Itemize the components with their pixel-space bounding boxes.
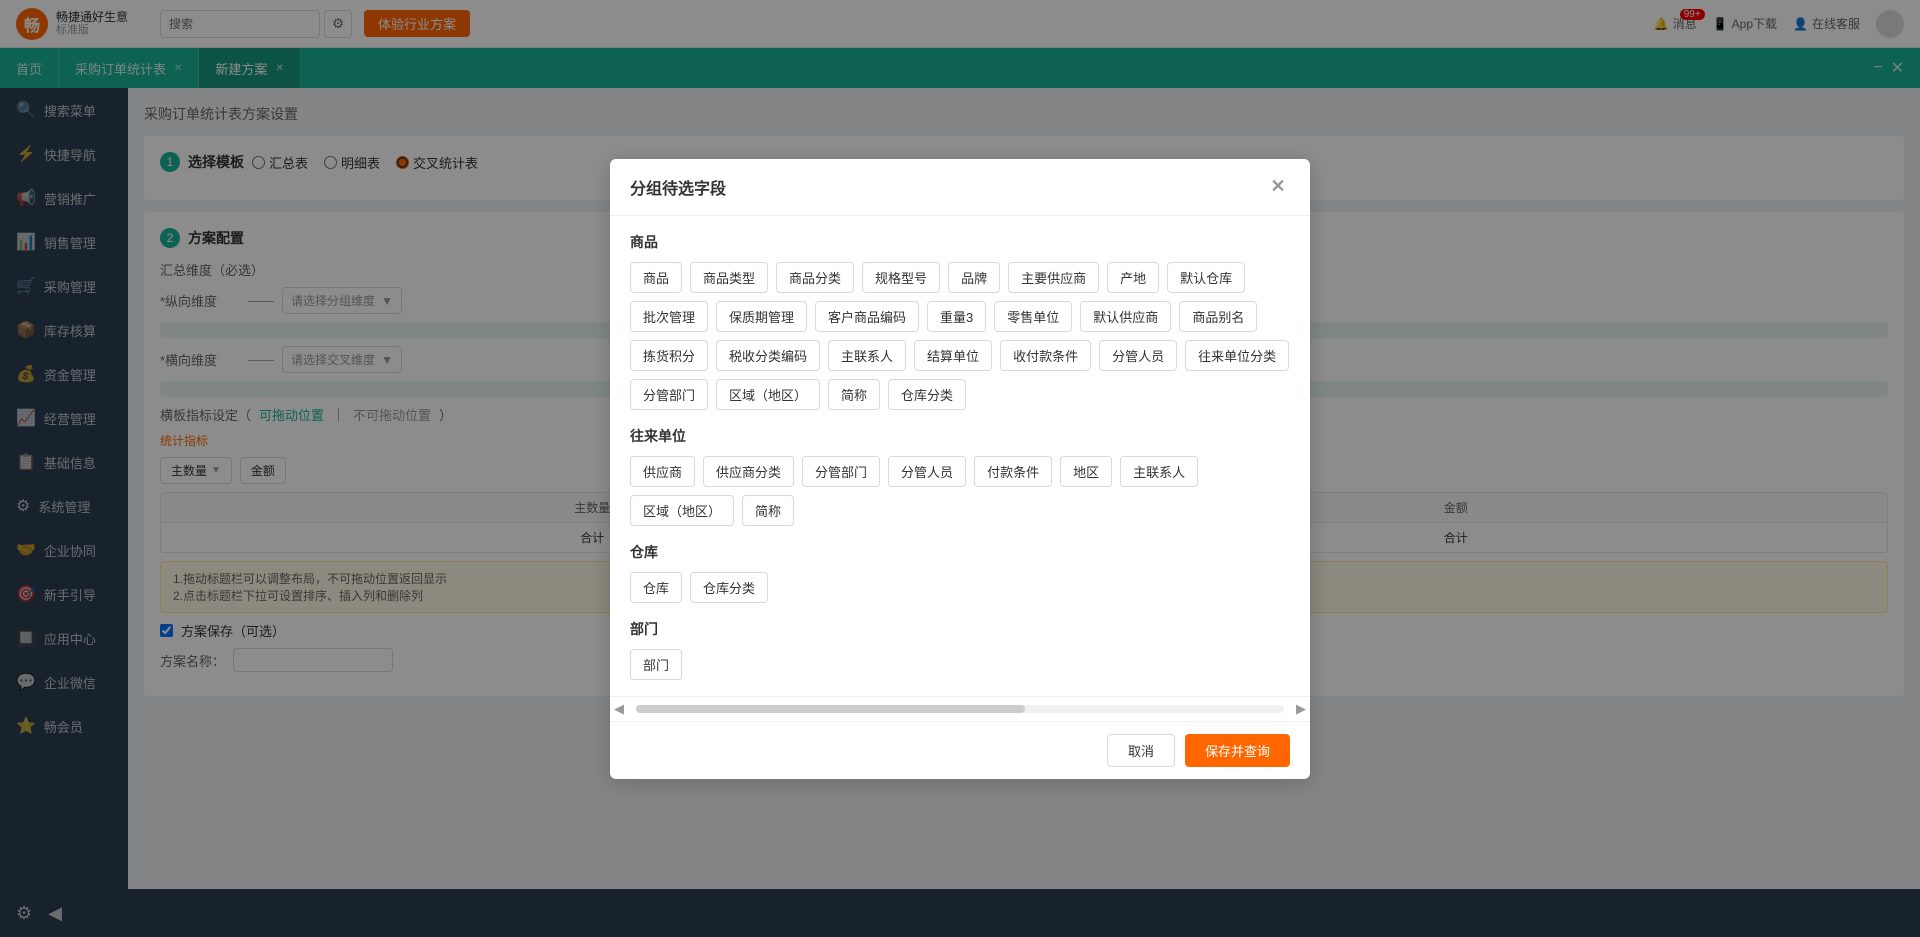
dialog-section-goods: 商品 商品 商品类型 商品分类 规格型号 品牌 主要供应商 产地 默认仓库 批次…: [630, 232, 1290, 410]
field-tag-manager2[interactable]: 分管人员: [888, 456, 966, 487]
hscroll-right-icon[interactable]: ▶: [1292, 701, 1310, 717]
dialog-hscrollbar-area: ◀ ▶: [610, 696, 1310, 721]
dialog-section-partner: 往来单位 供应商 供应商分类 分管部门 分管人员 付款条件 地区 主联系人 区域…: [630, 426, 1290, 526]
dialog-title: 分组待选字段: [630, 175, 726, 199]
field-tag-warehouse-cat[interactable]: 仓库分类: [888, 379, 966, 410]
hscrollbar-thumb[interactable]: [636, 705, 1025, 713]
field-tag-warehouse[interactable]: 仓库: [630, 572, 682, 603]
field-tag-default-supplier[interactable]: 默认供应商: [1080, 301, 1171, 332]
field-tag-main-supplier[interactable]: 主要供应商: [1008, 262, 1099, 293]
field-tag-settlement-unit[interactable]: 结算单位: [914, 340, 992, 371]
dialog-body: 商品 商品 商品类型 商品分类 规格型号 品牌 主要供应商 产地 默认仓库 批次…: [610, 216, 1310, 696]
field-tag-goods-category[interactable]: 商品分类: [776, 262, 854, 293]
field-tag-shelf-life-mgmt[interactable]: 保质期管理: [716, 301, 807, 332]
cancel-button[interactable]: 取消: [1107, 734, 1175, 767]
field-tag-default-warehouse[interactable]: 默认仓库: [1167, 262, 1245, 293]
field-tag-goods-alias[interactable]: 商品别名: [1179, 301, 1257, 332]
field-tag-main-contact2[interactable]: 主联系人: [1120, 456, 1198, 487]
field-tag-supplier-cat[interactable]: 供应商分类: [703, 456, 794, 487]
field-tag-area[interactable]: 地区: [1060, 456, 1112, 487]
field-tag-dept-managed[interactable]: 分管部门: [630, 379, 708, 410]
field-tag-pay-terms2[interactable]: 付款条件: [974, 456, 1052, 487]
save-query-button[interactable]: 保存并查询: [1185, 734, 1290, 767]
field-tag-brand[interactable]: 品牌: [948, 262, 1000, 293]
field-tag-region-goods[interactable]: 区域（地区）: [716, 379, 820, 410]
field-tag-region-partner[interactable]: 区域（地区）: [630, 495, 734, 526]
field-tag-spec-model[interactable]: 规格型号: [862, 262, 940, 293]
dialog-section-dept: 部门 部门: [630, 619, 1290, 680]
dialog-section-warehouse-tags: 仓库 仓库分类: [630, 572, 1290, 603]
hscroll-left-icon[interactable]: ◀: [610, 701, 628, 717]
dialog-close-button[interactable]: ✕: [1266, 175, 1290, 199]
dialog-section-warehouse: 仓库 仓库 仓库分类: [630, 542, 1290, 603]
field-tag-goods[interactable]: 商品: [630, 262, 682, 293]
field-tag-retail-unit[interactable]: 零售单位: [994, 301, 1072, 332]
field-tag-dept[interactable]: 部门: [630, 649, 682, 680]
dialog-section-warehouse-title: 仓库: [630, 542, 1290, 562]
field-tag-goods-type[interactable]: 商品类型: [690, 262, 768, 293]
field-tag-weight3[interactable]: 重量3: [927, 301, 986, 332]
dialog: 分组待选字段 ✕ 商品 商品 商品类型 商品分类 规格型号 品牌 主要供应商 产…: [610, 159, 1310, 779]
hscrollbar[interactable]: [636, 705, 1284, 713]
field-tag-partner-category[interactable]: 往来单位分类: [1185, 340, 1289, 371]
dialog-section-partner-tags: 供应商 供应商分类 分管部门 分管人员 付款条件 地区 主联系人 区域（地区） …: [630, 456, 1290, 526]
dialog-overlay: 分组待选字段 ✕ 商品 商品 商品类型 商品分类 规格型号 品牌 主要供应商 产…: [0, 0, 1920, 937]
field-tag-origin[interactable]: 产地: [1107, 262, 1159, 293]
dialog-footer: 取消 保存并查询: [610, 721, 1310, 779]
dialog-section-goods-title: 商品: [630, 232, 1290, 252]
field-tag-tax-code[interactable]: 税收分类编码: [716, 340, 820, 371]
field-tag-pick-points[interactable]: 拣货积分: [630, 340, 708, 371]
field-tag-manager[interactable]: 分管人员: [1099, 340, 1177, 371]
field-tag-supplier[interactable]: 供应商: [630, 456, 695, 487]
field-tag-short-name2[interactable]: 简称: [742, 495, 794, 526]
dialog-header: 分组待选字段 ✕: [610, 159, 1310, 216]
field-tag-batch-mgmt[interactable]: 批次管理: [630, 301, 708, 332]
field-tag-short-name[interactable]: 简称: [828, 379, 880, 410]
field-tag-customer-code[interactable]: 客户商品编码: [815, 301, 919, 332]
dialog-section-dept-tags: 部门: [630, 649, 1290, 680]
dialog-section-partner-title: 往来单位: [630, 426, 1290, 446]
field-tag-dept-managed2[interactable]: 分管部门: [802, 456, 880, 487]
field-tag-payment-terms[interactable]: 收付款条件: [1000, 340, 1091, 371]
field-tag-main-contact[interactable]: 主联系人: [828, 340, 906, 371]
dialog-section-dept-title: 部门: [630, 619, 1290, 639]
field-tag-warehouse-category[interactable]: 仓库分类: [690, 572, 768, 603]
dialog-section-goods-tags: 商品 商品类型 商品分类 规格型号 品牌 主要供应商 产地 默认仓库 批次管理 …: [630, 262, 1290, 410]
